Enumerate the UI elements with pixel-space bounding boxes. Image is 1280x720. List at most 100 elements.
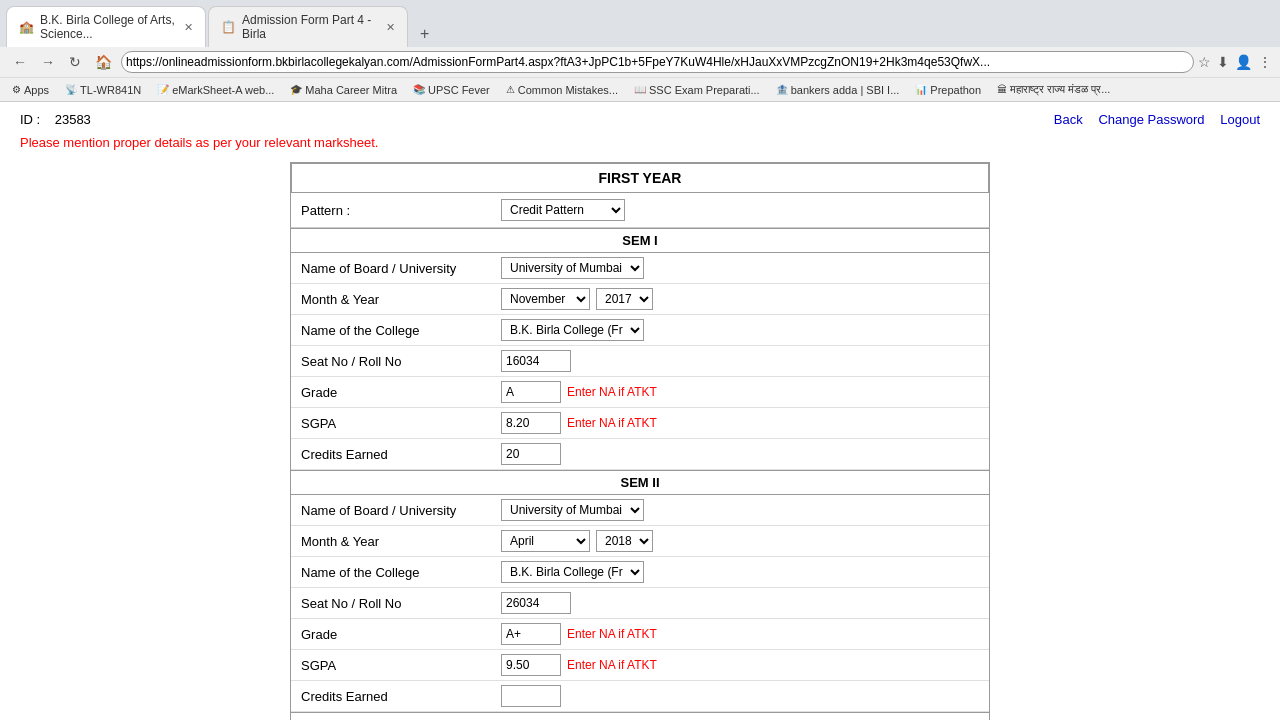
new-tab-button[interactable]: + — [410, 21, 439, 47]
ssc-favicon: 📖 — [634, 84, 646, 95]
download-icon[interactable]: ⬇ — [1217, 54, 1229, 70]
tlwr-favicon: 📡 — [65, 84, 77, 95]
tab-favicon: 🏫 — [19, 20, 34, 34]
sem1-grade-row: Grade Enter NA if ATKT — [291, 377, 989, 408]
sem2-month-select[interactable]: January February March April May June Ju… — [501, 530, 590, 552]
bookmark-upsc[interactable]: 📚 UPSC Fever — [409, 82, 494, 98]
bookmark-maharashtra[interactable]: 🏛 महाराष्ट्र राज्य मंडळ प्र... — [993, 81, 1114, 98]
sem2-seat-label: Seat No / Roll No — [301, 596, 501, 611]
tab-birla-college[interactable]: 🏫 B.K. Birla College of Arts, Science...… — [6, 6, 206, 47]
tab-label2: Admission Form Part 4 - Birla — [242, 13, 380, 41]
sem2-college-label: Name of the College — [301, 565, 501, 580]
tab-close-btn[interactable]: ✕ — [184, 21, 193, 34]
bookmark-maha-career-label: Maha Career Mitra — [305, 84, 397, 96]
sem2-year-select[interactable]: 2015 2016 2017 2018 2019 2020 — [596, 530, 653, 552]
sem1-credits-row: Credits Earned — [291, 439, 989, 470]
logout-link[interactable]: Logout — [1220, 112, 1260, 127]
sem2-header: SEM II — [291, 470, 989, 495]
bookmark-star-icon[interactable]: ☆ — [1198, 54, 1211, 70]
bookmark-emarksheet[interactable]: 📝 eMarkSheet-A web... — [153, 82, 278, 98]
bookmark-prepathon[interactable]: 📊 Prepathon — [911, 82, 985, 98]
sem2-sgpa-input[interactable] — [501, 654, 561, 676]
sem2-board-row: Name of Board / University University of… — [291, 495, 989, 526]
apps-favicon: ⚙ — [12, 84, 21, 95]
bookmark-maha-career[interactable]: 🎓 Maha Career Mitra — [286, 82, 401, 98]
id-value: 23583 — [55, 112, 91, 127]
emarksheet-favicon: 📝 — [157, 84, 169, 95]
bookmark-bankers[interactable]: 🏦 bankers adda | SBI I... — [772, 82, 904, 98]
maha-career-favicon: 🎓 — [290, 84, 302, 95]
sem1-credits-input[interactable] — [501, 443, 561, 465]
upsc-favicon: 📚 — [413, 84, 425, 95]
bookmarks-bar: ⚙ Apps 📡 TL-WR841N 📝 eMarkSheet-A web...… — [0, 77, 1280, 101]
tab-admission-form[interactable]: 📋 Admission Form Part 4 - Birla ✕ — [208, 6, 408, 47]
sem1-month-select[interactable]: January February March April May June Ju… — [501, 288, 590, 310]
warning-message: Please mention proper details as per you… — [20, 135, 1260, 150]
sem2-month-label: Month & Year — [301, 534, 501, 549]
bookmark-prepathon-label: Prepathon — [930, 84, 981, 96]
sem2-grade-label: Grade — [301, 627, 501, 642]
tab-label: B.K. Birla College of Arts, Science... — [40, 13, 178, 41]
change-password-link[interactable]: Change Password — [1098, 112, 1204, 127]
bookmark-ssc-label: SSC Exam Preparati... — [649, 84, 760, 96]
header-links: Back Change Password Logout — [1042, 112, 1260, 127]
sem2-sgpa-label: SGPA — [301, 658, 501, 673]
second-year-header: SECOND YEAR — [291, 712, 989, 720]
sem2-grade-hint: Enter NA if ATKT — [567, 627, 657, 641]
common-mistakes-favicon: ⚠ — [506, 84, 515, 95]
bookmark-ssc[interactable]: 📖 SSC Exam Preparati... — [630, 82, 764, 98]
sem1-header: SEM I — [291, 228, 989, 253]
pattern-select[interactable]: Credit Pattern Annual Pattern Semester P… — [501, 199, 625, 221]
address-bar-input[interactable] — [121, 51, 1194, 73]
bookmark-upsc-label: UPSC Fever — [428, 84, 490, 96]
back-nav-button[interactable]: ← — [8, 52, 32, 72]
sem2-board-select[interactable]: University of Mumbai Other University — [501, 499, 644, 521]
bookmark-tlwr[interactable]: 📡 TL-WR841N — [61, 82, 145, 98]
sem1-year-select[interactable]: 2015 2016 2017 2018 2019 2020 — [596, 288, 653, 310]
sem1-grade-hint: Enter NA if ATKT — [567, 385, 657, 399]
bookmark-emarksheet-label: eMarkSheet-A web... — [172, 84, 274, 96]
pattern-label: Pattern : — [301, 203, 501, 218]
sem1-grade-label: Grade — [301, 385, 501, 400]
first-year-header: FIRST YEAR — [291, 163, 989, 193]
menu-icon[interactable]: ⋮ — [1258, 54, 1272, 70]
back-link[interactable]: Back — [1054, 112, 1083, 127]
pattern-row: Pattern : Credit Pattern Annual Pattern … — [291, 193, 989, 228]
id-label: ID : — [20, 112, 40, 127]
bookmark-apps-label: Apps — [24, 84, 49, 96]
sem1-board-row: Name of Board / University University of… — [291, 253, 989, 284]
sem1-seat-row: Seat No / Roll No — [291, 346, 989, 377]
bankers-favicon: 🏦 — [776, 84, 788, 95]
sem2-college-row: Name of the College B.K. Birla College (… — [291, 557, 989, 588]
sem1-grade-input[interactable] — [501, 381, 561, 403]
sem1-college-select[interactable]: B.K. Birla College (Fr — [501, 319, 644, 341]
sem2-credits-label: Credits Earned — [301, 689, 501, 704]
sem2-credits-input[interactable] — [501, 685, 561, 707]
sem1-seat-input[interactable] — [501, 350, 571, 372]
sem2-month-row: Month & Year January February March Apri… — [291, 526, 989, 557]
sem2-seat-input[interactable] — [501, 592, 571, 614]
sem2-grade-input[interactable] — [501, 623, 561, 645]
reload-button[interactable]: ↻ — [64, 52, 86, 72]
sem1-college-label: Name of the College — [301, 323, 501, 338]
home-button[interactable]: 🏠 — [90, 52, 117, 72]
sem1-sgpa-input[interactable] — [501, 412, 561, 434]
sem2-board-label: Name of Board / University — [301, 503, 501, 518]
admission-form: FIRST YEAR Pattern : Credit Pattern Annu… — [290, 162, 990, 720]
bookmark-tlwr-label: TL-WR841N — [80, 84, 141, 96]
sem1-month-label: Month & Year — [301, 292, 501, 307]
tab-favicon2: 📋 — [221, 20, 236, 34]
bookmark-common-mistakes-label: Common Mistakes... — [518, 84, 618, 96]
sem1-sgpa-row: SGPA Enter NA if ATKT — [291, 408, 989, 439]
sem2-sgpa-row: SGPA Enter NA if ATKT — [291, 650, 989, 681]
bookmark-apps[interactable]: ⚙ Apps — [8, 82, 53, 98]
account-icon[interactable]: 👤 — [1235, 54, 1252, 70]
tab-close-btn2[interactable]: ✕ — [386, 21, 395, 34]
sem2-credits-row: Credits Earned — [291, 681, 989, 712]
forward-nav-button[interactable]: → — [36, 52, 60, 72]
sem2-college-select[interactable]: B.K. Birla College (Fr — [501, 561, 644, 583]
bookmark-common-mistakes[interactable]: ⚠ Common Mistakes... — [502, 82, 622, 98]
sem1-college-row: Name of the College B.K. Birla College (… — [291, 315, 989, 346]
prepathon-favicon: 📊 — [915, 84, 927, 95]
sem1-board-select[interactable]: University of Mumbai Other University — [501, 257, 644, 279]
